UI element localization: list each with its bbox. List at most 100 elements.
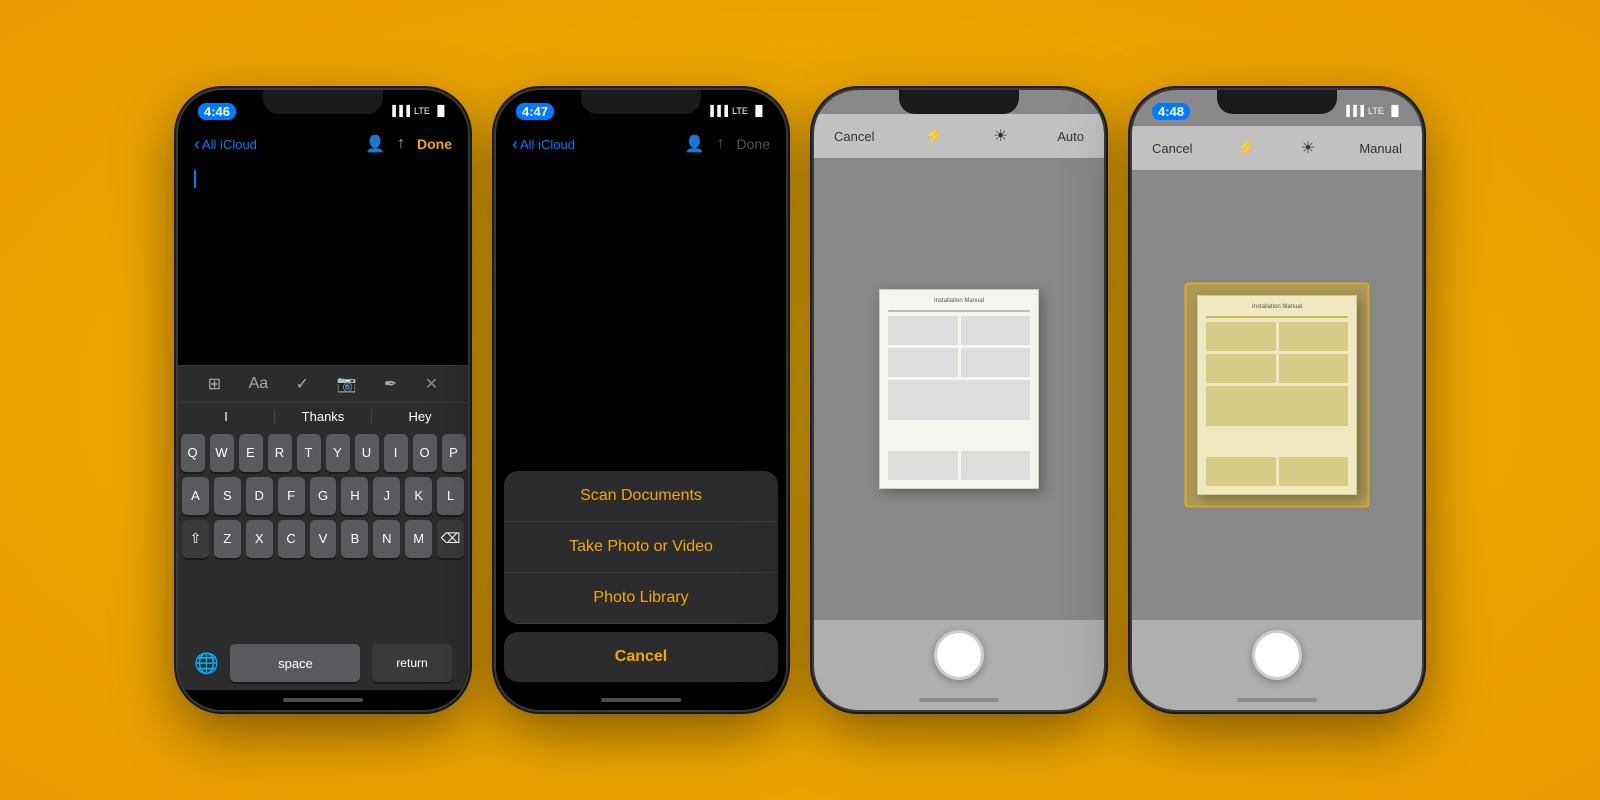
take-photo-button[interactable]: Take Photo or Video: [504, 522, 778, 573]
close-keyboard-icon[interactable]: ✕: [425, 374, 438, 394]
profile-icon[interactable]: 👤: [365, 134, 385, 154]
checklist-icon[interactable]: ✓: [296, 374, 309, 394]
pred-2[interactable]: Thanks: [275, 409, 372, 424]
backspace-key[interactable]: ⌫: [437, 520, 464, 558]
home-bar-4: [1237, 698, 1317, 702]
key-s[interactable]: S: [214, 477, 241, 515]
key-y[interactable]: Y: [326, 434, 350, 472]
home-indicator-1: [178, 690, 468, 710]
key-e[interactable]: E: [239, 434, 263, 472]
key-k[interactable]: K: [405, 477, 432, 515]
key-j[interactable]: J: [373, 477, 400, 515]
brightness-icon-3[interactable]: ☀: [993, 126, 1007, 146]
key-row-1: Q W E R T Y U I O P: [182, 434, 464, 472]
key-n[interactable]: N: [373, 520, 400, 558]
key-o[interactable]: O: [413, 434, 437, 472]
camera-mode-3[interactable]: Auto: [1057, 129, 1084, 144]
key-g[interactable]: G: [310, 477, 337, 515]
key-w[interactable]: W: [210, 434, 234, 472]
scan-documents-button[interactable]: Scan Documents: [504, 471, 778, 522]
key-i[interactable]: I: [384, 434, 408, 472]
key-x[interactable]: X: [246, 520, 273, 558]
signal-icon: ▐▐▐: [389, 106, 410, 117]
doc-title-3: Installation Manual: [888, 298, 1030, 304]
done-button-2[interactable]: Done: [737, 136, 770, 152]
key-a[interactable]: A: [182, 477, 209, 515]
keyboard-toolbar-1: ⊞ Aa ✓ 📷 ✒ ✕: [178, 365, 468, 402]
done-button-1[interactable]: Done: [417, 136, 452, 152]
doc-cell-4-4: [1279, 354, 1349, 383]
keyboard-bottom-1: 🌐 space return: [178, 640, 468, 690]
predictive-bar-1: I Thanks Hey: [178, 402, 468, 430]
flash-icon-3[interactable]: ⚡: [924, 126, 944, 146]
emoji-key[interactable]: 🌐: [194, 651, 219, 676]
home-indicator-3: [814, 690, 1104, 710]
time-1: 4:46: [198, 103, 236, 120]
key-p[interactable]: P: [442, 434, 466, 472]
key-v[interactable]: V: [310, 520, 337, 558]
notch-4: [1217, 90, 1337, 114]
flash-icon-4[interactable]: ⚡: [1237, 138, 1257, 158]
status-icons-1: ▐▐▐ LTE ▐▌: [389, 106, 448, 117]
format-icon[interactable]: Aa: [249, 375, 269, 393]
doc-cell-2: [961, 316, 1031, 345]
key-b[interactable]: B: [341, 520, 368, 558]
return-key[interactable]: return: [372, 644, 452, 682]
phone-2: 4:47 ▐▐▐ LTE ▐▌ All iCloud 👤 ↑ Done Scan…: [496, 90, 786, 710]
phone-4: 4:48 ▐▐▐ LTE ▐▌ Cancel ⚡ ☀ Manual Instal…: [1132, 90, 1422, 710]
pred-1[interactable]: I: [178, 409, 275, 424]
action-sheet-container: Scan Documents Take Photo or Video Photo…: [496, 463, 786, 710]
notch-2: [581, 90, 701, 114]
network-label-2: LTE: [732, 106, 748, 116]
key-t[interactable]: T: [297, 434, 321, 472]
phone-1: 4:46 ▐▐▐ LTE ▐▌ All iCloud 👤 ↑ Done ⊞ Aa…: [178, 90, 468, 710]
camera-viewfinder-4: Installation Manual: [1132, 170, 1422, 620]
key-h[interactable]: H: [341, 477, 368, 515]
doc-cell-7: [961, 451, 1031, 480]
back-button-1[interactable]: All iCloud: [194, 134, 257, 155]
camera-mode-4[interactable]: Manual: [1359, 141, 1402, 156]
cancel-button-2[interactable]: Cancel: [504, 632, 778, 682]
notes-content-1[interactable]: [178, 162, 468, 365]
phone-3: Cancel ⚡ ☀ Auto Installation Manual: [814, 90, 1104, 710]
key-m[interactable]: M: [405, 520, 432, 558]
key-f[interactable]: F: [278, 477, 305, 515]
doc-grid-4: [1206, 322, 1348, 486]
screen-3: Cancel ⚡ ☀ Auto Installation Manual: [814, 90, 1104, 710]
grid-icon[interactable]: ⊞: [208, 374, 221, 394]
share-icon-2[interactable]: ↑: [717, 135, 725, 153]
key-l[interactable]: L: [437, 477, 464, 515]
camera-viewfinder-3: Installation Manual: [814, 158, 1104, 620]
doc-cell-4-5: [1206, 386, 1348, 426]
shift-key[interactable]: ⇧: [182, 520, 209, 558]
back-button-2[interactable]: All iCloud: [512, 134, 575, 155]
draw-icon[interactable]: ✒: [384, 374, 397, 394]
shutter-button-4[interactable]: [1252, 630, 1302, 680]
key-q[interactable]: Q: [181, 434, 205, 472]
doc-cell-4-2: [1279, 322, 1349, 351]
cancel-button-3[interactable]: Cancel: [834, 129, 874, 144]
photo-library-button[interactable]: Photo Library: [504, 573, 778, 624]
brightness-icon-4[interactable]: ☀: [1301, 138, 1315, 158]
doc-cell-5: [888, 380, 1030, 420]
key-r[interactable]: R: [268, 434, 292, 472]
shutter-button-3[interactable]: [934, 630, 984, 680]
pred-3[interactable]: Hey: [372, 409, 468, 424]
key-u[interactable]: U: [355, 434, 379, 472]
key-d[interactable]: D: [246, 477, 273, 515]
doc-cell-3: [888, 348, 958, 377]
key-z[interactable]: Z: [214, 520, 241, 558]
camera-toolbar-icon[interactable]: 📷: [337, 374, 357, 394]
screen-4: 4:48 ▐▐▐ LTE ▐▌ Cancel ⚡ ☀ Manual Instal…: [1132, 90, 1422, 710]
share-icon[interactable]: ↑: [397, 135, 405, 153]
space-key[interactable]: space: [230, 644, 360, 682]
key-c[interactable]: C: [278, 520, 305, 558]
home-bar-3: [919, 698, 999, 702]
profile-icon-2[interactable]: 👤: [685, 134, 705, 154]
home-bar-1: [283, 698, 363, 702]
signal-icon-4: ▐▐▐: [1343, 106, 1364, 117]
screen-2: 4:47 ▐▐▐ LTE ▐▌ All iCloud 👤 ↑ Done Scan…: [496, 90, 786, 710]
battery-icon-2: ▐▌: [752, 106, 766, 117]
cancel-button-4[interactable]: Cancel: [1152, 141, 1192, 156]
shutter-area-3: [814, 620, 1104, 690]
